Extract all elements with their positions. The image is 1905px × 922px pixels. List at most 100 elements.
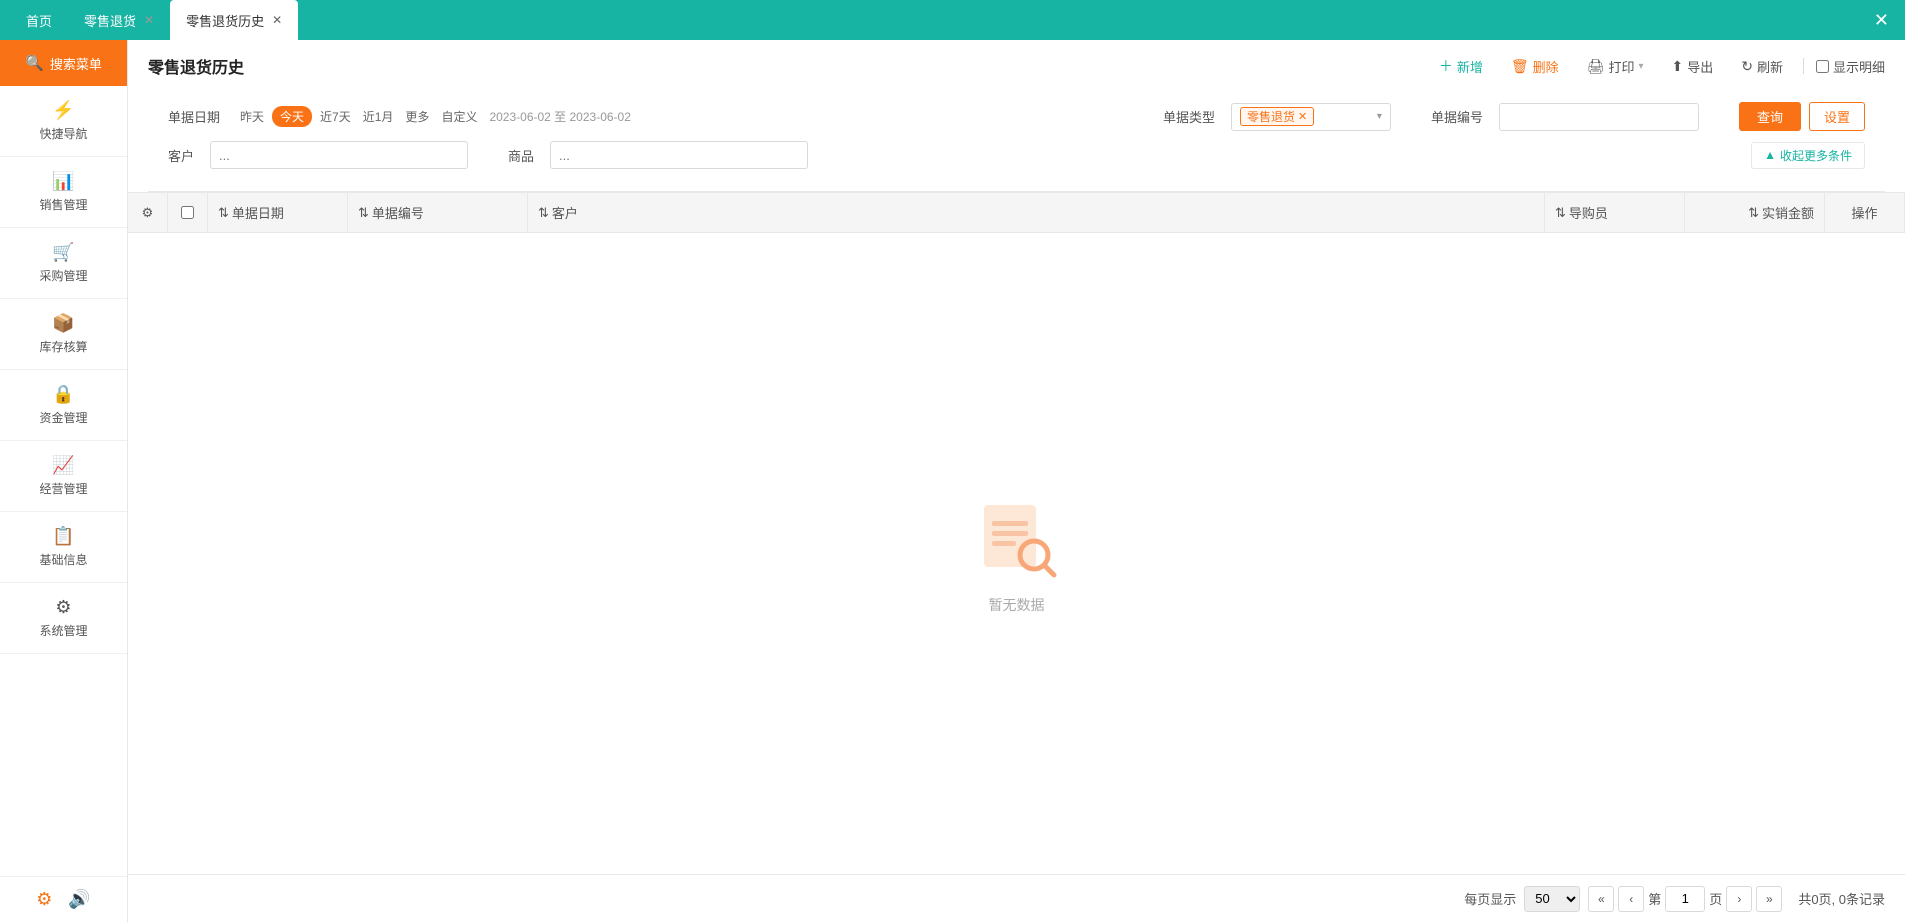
empty-svg <box>972 493 1062 583</box>
type-filter-item: 单据类型 零售退货 ✕ ▾ <box>1163 103 1391 131</box>
new-button[interactable]: ＋ 新增 <box>1431 52 1491 80</box>
sidebar-item-sales-label: 销售管理 <box>39 196 87 213</box>
toolbar: ＋ 新增 🗑 删除 🖨 打印 ▾ ⬆ 导出 <box>1431 52 1885 80</box>
page-title: 零售退货历史 <box>148 54 244 78</box>
shortcut-7days[interactable]: 近7天 <box>316 106 355 127</box>
goods-filter-label: 商品 <box>508 146 534 165</box>
tab-retail-return-history-label: 零售退货历史 <box>186 11 264 30</box>
customer-filter-input[interactable] <box>210 141 468 169</box>
show-detail-label[interactable]: 显示明细 <box>1816 57 1885 76</box>
shortcut-more[interactable]: 更多 <box>401 106 433 127</box>
system-icon: ⚙ <box>55 597 71 618</box>
delete-icon: 🗑 <box>1511 58 1529 75</box>
th-billno[interactable]: ⇅ 单据编号 <box>348 193 528 232</box>
collapse-button[interactable]: ▲ 收起更多条件 <box>1751 142 1865 169</box>
finance-icon: 🔒 <box>52 384 74 405</box>
tab-retail-return-history-close[interactable]: ✕ <box>272 13 282 27</box>
billno-filter-input[interactable] <box>1499 103 1699 131</box>
page-input[interactable] <box>1665 886 1705 912</box>
shortcut-today[interactable]: 今天 <box>272 106 312 127</box>
sidebar-item-finance[interactable]: 🔒 资金管理 <box>0 370 127 441</box>
th-settings[interactable]: ⚙ <box>128 193 168 232</box>
date-filter-shortcuts: 昨天 今天 近7天 近1月 更多 自定义 <box>236 106 481 127</box>
page-last-button[interactable]: » <box>1756 886 1782 912</box>
query-button[interactable]: 查询 <box>1739 102 1801 131</box>
sidebar-item-inventory[interactable]: 📦 库存核算 <box>0 299 127 370</box>
th-date[interactable]: ⇅ 单据日期 <box>208 193 348 232</box>
page-first-button[interactable]: « <box>1588 886 1614 912</box>
type-filter-label: 单据类型 <box>1163 107 1215 126</box>
shortcut-yesterday[interactable]: 昨天 <box>236 106 268 127</box>
new-icon: ＋ <box>1439 56 1453 76</box>
type-tag: 零售退货 ✕ <box>1240 107 1314 126</box>
tab-retail-return[interactable]: 零售退货 ✕ <box>68 0 170 40</box>
window-close-button[interactable]: ✕ <box>1874 10 1889 30</box>
tab-retail-return-close[interactable]: ✕ <box>144 13 154 27</box>
top-bar: 首页 零售退货 ✕ 零售退货历史 ✕ ✕ <box>0 0 1905 40</box>
sidebar-bottom: ⚙ 🔊 <box>0 876 127 922</box>
print-icon: 🖨 <box>1587 58 1605 75</box>
table-area: ⚙ ⇅ 单据日期 ⇅ 单据编号 ⇅ 客户 ⇅ <box>128 193 1905 922</box>
per-page-label: 每页显示 <box>1464 889 1516 908</box>
th-guide[interactable]: ⇅ 导购员 <box>1545 193 1685 232</box>
table-body: 暂无数据 <box>128 233 1905 874</box>
sales-icon: 📊 <box>52 171 74 192</box>
th-checkbox[interactable] <box>168 193 208 232</box>
delete-label: 删除 <box>1533 57 1559 76</box>
page-prev-button[interactable]: ‹ <box>1618 886 1644 912</box>
type-tag-close[interactable]: ✕ <box>1298 110 1307 123</box>
page-size-select[interactable]: 10 20 50 100 <box>1524 886 1580 912</box>
settings-col-icon: ⚙ <box>142 205 154 221</box>
th-action: 操作 <box>1825 193 1905 232</box>
export-label: 导出 <box>1687 57 1713 76</box>
sidebar-item-operations[interactable]: 📈 经营管理 <box>0 441 127 512</box>
inventory-icon: 📦 <box>52 313 74 334</box>
print-button[interactable]: 🖨 打印 ▾ <box>1579 53 1652 80</box>
table-header: ⚙ ⇅ 单据日期 ⇅ 单据编号 ⇅ 客户 ⇅ <box>128 193 1905 233</box>
empty-text: 暂无数据 <box>989 595 1045 615</box>
th-guide-sort-icon: ⇅ <box>1555 205 1566 221</box>
sidebar-item-quick-nav[interactable]: ⚡ 快捷导航 <box>0 86 127 157</box>
tab-retail-return-history[interactable]: 零售退货历史 ✕ <box>170 0 298 40</box>
th-amount-sort-icon: ⇅ <box>1748 205 1759 221</box>
tab-home[interactable]: 首页 <box>10 0 68 40</box>
content-area: 零售退货历史 ＋ 新增 🗑 删除 🖨 打印 ▾ <box>128 40 1905 922</box>
date-range-display: 2023-06-02 至 2023-06-02 <box>489 108 630 125</box>
sidebar-search[interactable]: 🔍 搜索菜单 <box>0 40 127 86</box>
th-customer[interactable]: ⇅ 客户 <box>528 193 1545 232</box>
pagination: 每页显示 10 20 50 100 « ‹ 第 页 › » <box>128 874 1905 922</box>
page-prefix: 第 <box>1648 889 1661 908</box>
th-date-label: 单据日期 <box>232 203 284 222</box>
shortcut-1month[interactable]: 近1月 <box>359 106 398 127</box>
shortcut-custom[interactable]: 自定义 <box>437 106 481 127</box>
delete-button[interactable]: 🗑 删除 <box>1503 53 1567 80</box>
sidebar: 🔍 搜索菜单 ⚡ 快捷导航 📊 销售管理 🛒 采购管理 📦 库存核算 🔒 资金管… <box>0 40 128 922</box>
sidebar-item-purchase-label: 采购管理 <box>39 267 87 284</box>
main-layout: 🔍 搜索菜单 ⚡ 快捷导航 📊 销售管理 🛒 采购管理 📦 库存核算 🔒 资金管… <box>0 40 1905 922</box>
type-select[interactable]: 零售退货 ✕ ▾ <box>1231 103 1391 131</box>
th-amount[interactable]: ⇅ 实销金额 <box>1685 193 1825 232</box>
page-next-button[interactable]: › <box>1726 886 1752 912</box>
tab-retail-return-label: 零售退货 <box>84 11 136 30</box>
show-detail-checkbox[interactable] <box>1816 60 1829 73</box>
top-bar-right: ✕ <box>1874 10 1905 31</box>
operations-icon: 📈 <box>52 455 74 476</box>
toolbar-divider <box>1803 58 1804 74</box>
setting-button[interactable]: 设置 <box>1809 102 1865 131</box>
export-button[interactable]: ⬆ 导出 <box>1663 53 1721 80</box>
select-all-checkbox[interactable] <box>181 206 194 219</box>
sidebar-item-basic-info[interactable]: 📋 基础信息 <box>0 512 127 583</box>
sidebar-item-system[interactable]: ⚙ 系统管理 <box>0 583 127 654</box>
settings-bottom-icon[interactable]: ⚙ <box>36 889 52 910</box>
sidebar-item-sales[interactable]: 📊 销售管理 <box>0 157 127 228</box>
refresh-button[interactable]: ↻ 刷新 <box>1733 53 1791 80</box>
export-icon: ⬆ <box>1671 58 1683 75</box>
tab-home-label: 首页 <box>26 11 52 30</box>
goods-filter-input[interactable] <box>550 141 808 169</box>
sidebar-item-purchase[interactable]: 🛒 采购管理 <box>0 228 127 299</box>
page-header: 零售退货历史 ＋ 新增 🗑 删除 🖨 打印 ▾ <box>128 40 1905 193</box>
goods-filter-item: 商品 <box>508 141 808 169</box>
page-suffix: 页 <box>1709 889 1722 908</box>
audio-icon[interactable]: 🔊 <box>68 889 90 910</box>
collapse-label: 收起更多条件 <box>1780 147 1852 164</box>
